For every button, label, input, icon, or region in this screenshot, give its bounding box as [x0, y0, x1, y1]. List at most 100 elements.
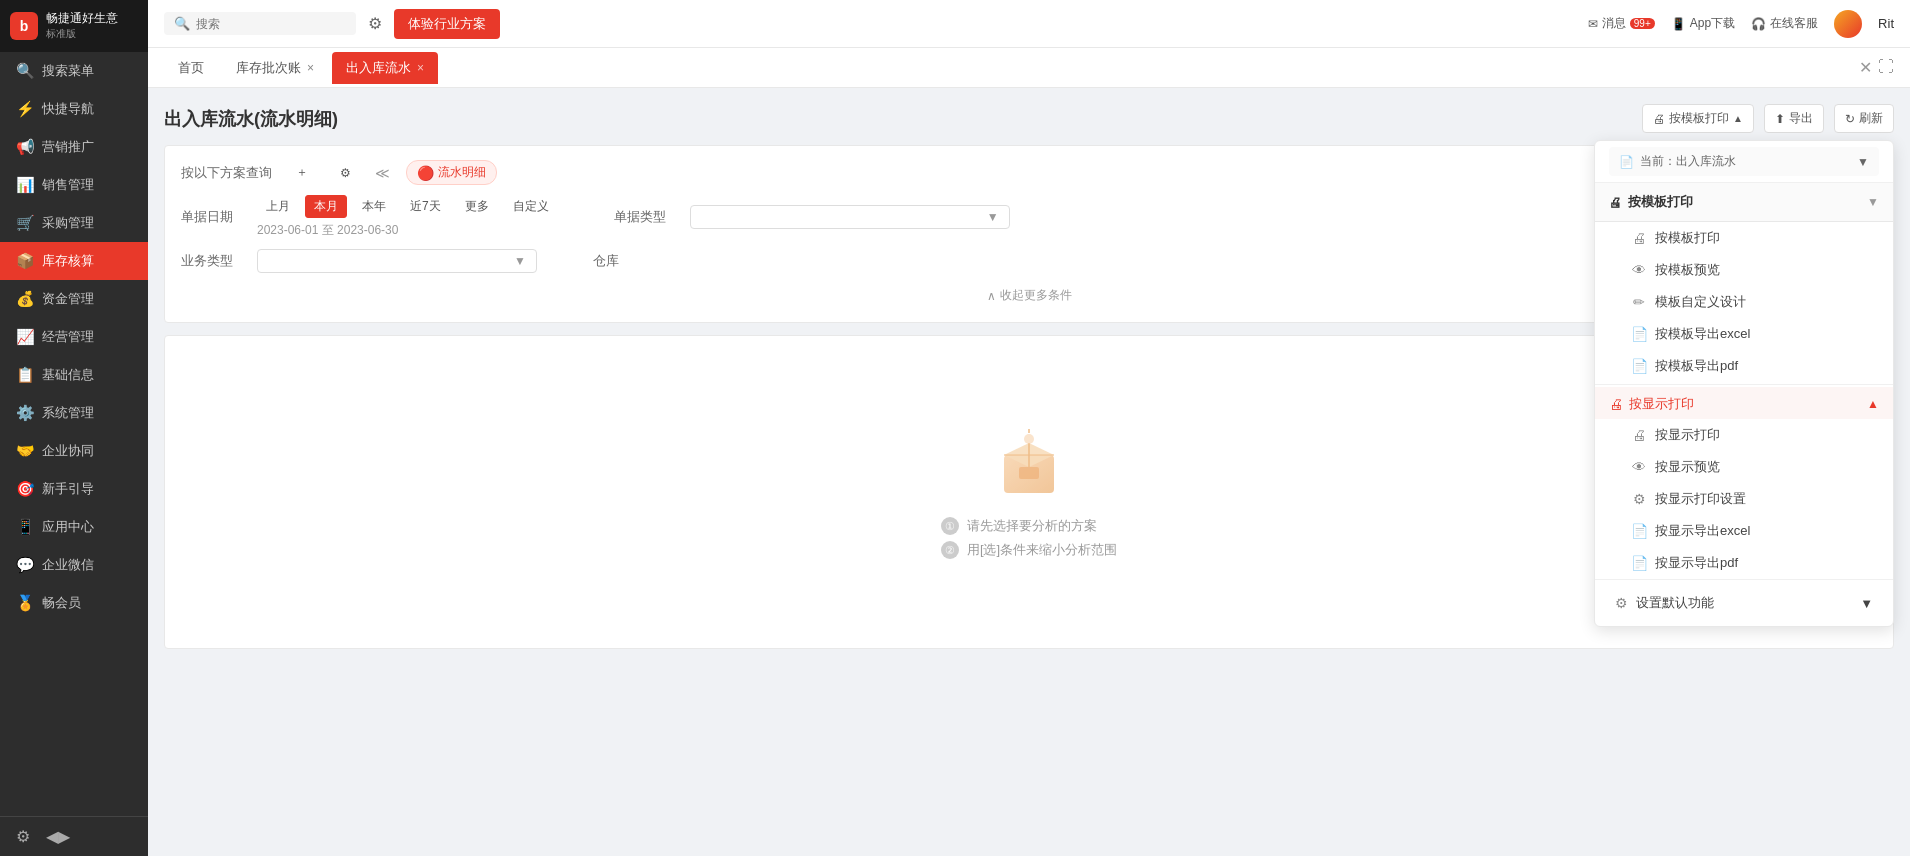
dropdown-display-excel-btn[interactable]: 📄 按显示导出excel [1595, 515, 1893, 547]
type-select-arrow: ▼ [987, 210, 999, 224]
sidebar-item-newbie[interactable]: 🎯 新手引导 [0, 470, 148, 508]
sidebar-item-marketing[interactable]: 📢 营销推广 [0, 128, 148, 166]
tabbar: 首页 库存批次账 × 出入库流水 × ✕ ⛶ [148, 48, 1910, 88]
dropdown-template-custom-btn[interactable]: ✏ 模板自定义设计 [1595, 286, 1893, 318]
date-btn-custom[interactable]: 自定义 [504, 195, 558, 218]
sidebar-item-quick-nav[interactable]: ⚡ 快捷导航 [0, 90, 148, 128]
tab-home[interactable]: 首页 [164, 52, 218, 84]
step-num-1: ① [941, 517, 959, 535]
content-area: 出入库流水(流水明细) 🖨 按模板打印 ▲ ⬆ 导出 ↻ 刷新 [148, 88, 1910, 856]
sidebar-item-collab[interactable]: 🤝 企业协同 [0, 432, 148, 470]
dropdown-display-pdf-btn[interactable]: 📄 按显示导出pdf [1595, 547, 1893, 579]
sidebar-item-search[interactable]: 🔍 搜索菜单 [0, 52, 148, 90]
biz-select-arrow: ▼ [514, 254, 526, 268]
dropdown-display-print-btn[interactable]: 🖨 按显示打印 [1595, 419, 1893, 451]
page-actions: 🖨 按模板打印 ▲ ⬆ 导出 ↻ 刷新 [1642, 104, 1894, 133]
display-pdf-icon: 📄 [1631, 555, 1647, 571]
chevron-up-icon: ▲ [1733, 113, 1743, 124]
system-icon: ⚙️ [16, 404, 34, 422]
date-btn-this-month[interactable]: 本月 [305, 195, 347, 218]
date-btn-more[interactable]: 更多 [456, 195, 498, 218]
collapse-more-btn[interactable]: ∧ 收起更多条件 [975, 283, 1084, 308]
dropdown-footer-gear-icon: ⚙ [1615, 595, 1628, 611]
tab-close-cashflow[interactable]: × [417, 61, 424, 75]
print-dropdown-panel: 📄 当前：出入库流水 ▼ 🖨 按模板打印 ▼ 🖨 按模板打印 [1594, 140, 1894, 627]
date-btn-last-month[interactable]: 上月 [257, 195, 299, 218]
dropdown-set-default-btn[interactable]: ⚙ 设置默认功能 ▼ [1609, 588, 1879, 618]
flow-tag[interactable]: 🔴 流水明细 [406, 160, 497, 185]
tab-cash-flow[interactable]: 出入库流水 × [332, 52, 438, 84]
page-title: 出入库流水(流水明细) [164, 107, 338, 131]
flow-tag-icon: 🔴 [417, 165, 434, 181]
dropdown-footer: ⚙ 设置默认功能 ▼ [1595, 579, 1893, 626]
tab-close-batch[interactable]: × [307, 61, 314, 75]
dropdown-display-settings-btn[interactable]: ⚙ 按显示打印设置 [1595, 483, 1893, 515]
gear-icon-topbar[interactable]: ⚙ [368, 14, 382, 33]
sidebar-item-sales[interactable]: 📊 销售管理 [0, 166, 148, 204]
gear-query-btn[interactable]: ⚙ [332, 162, 359, 184]
sidebar-item-member[interactable]: 🏅 畅会员 [0, 584, 148, 622]
biz-select[interactable]: ▼ [257, 249, 537, 273]
sidebar-item-basic[interactable]: 📋 基础信息 [0, 356, 148, 394]
collapse-sidebar-icon[interactable]: ◀▶ [46, 827, 70, 846]
user-avatar[interactable] [1834, 10, 1862, 38]
sidebar-item-purchase[interactable]: 🛒 采购管理 [0, 204, 148, 242]
dropdown-template-items: 🖨 按模板打印 👁 按模板预览 ✏ 模板自定义设计 📄 按模板导出excel 📄 [1595, 222, 1893, 382]
message-icon: ✉ [1588, 17, 1598, 31]
dropdown-template-pdf-btn[interactable]: 📄 按模板导出pdf [1595, 350, 1893, 382]
sidebar-item-wechat[interactable]: 💬 企业微信 [0, 546, 148, 584]
empty-step-2: ② 用[选]条件来缩小分析范围 [941, 541, 1117, 559]
date-btn-7days[interactable]: 近7天 [401, 195, 450, 218]
date-label: 单据日期 [181, 208, 241, 226]
industry-btn[interactable]: 体验行业方案 [394, 9, 500, 39]
dropdown-display-preview-btn[interactable]: 👁 按显示预览 [1595, 451, 1893, 483]
search-icon-topbar: 🔍 [174, 16, 190, 31]
refresh-btn[interactable]: ↻ 刷新 [1834, 104, 1894, 133]
date-range: 2023-06-01 至 2023-06-30 [257, 222, 558, 239]
app-download-btn[interactable]: 📱 App下载 [1671, 15, 1735, 32]
sidebar-item-inventory[interactable]: 📦 库存核算 [0, 242, 148, 280]
add-query-btn[interactable]: ＋ [288, 160, 316, 185]
date-btn-this-year[interactable]: 本年 [353, 195, 395, 218]
headset-icon: 🎧 [1751, 17, 1766, 31]
window-close-btn[interactable]: ✕ [1859, 58, 1872, 77]
dropdown-template-preview-btn[interactable]: 👁 按模板预览 [1595, 254, 1893, 286]
collab-icon: 🤝 [16, 442, 34, 460]
sidebar-item-system[interactable]: ⚙️ 系统管理 [0, 394, 148, 432]
sidebar-item-apps[interactable]: 📱 应用中心 [0, 508, 148, 546]
dropdown-display-items: 🖨 按显示打印 👁 按显示预览 ⚙ 按显示打印设置 📄 按显示导出excel 📄 [1595, 419, 1893, 579]
export-icon: ⬆ [1775, 112, 1785, 126]
empty-step-1: ① 请先选择要分析的方案 [941, 517, 1117, 535]
display-excel-icon: 📄 [1631, 523, 1647, 539]
print-template-btn[interactable]: 🖨 按模板打印 ▲ [1642, 104, 1754, 133]
template-section-chevron-icon[interactable]: ▼ [1867, 195, 1879, 209]
dropdown-display-header: 🖨 按显示打印 ▲ [1595, 387, 1893, 419]
message-btn[interactable]: ✉ 消息 99+ [1588, 15, 1655, 32]
dropdown-template-excel-btn[interactable]: 📄 按模板导出excel [1595, 318, 1893, 350]
sidebar-item-finance[interactable]: 💰 资金管理 [0, 280, 148, 318]
topbar-search-box[interactable]: 🔍 [164, 12, 356, 35]
empty-illustration [989, 425, 1069, 505]
date-shortcuts: 上月 本月 本年 近7天 更多 自定义 [257, 195, 558, 218]
search-input[interactable] [196, 17, 346, 31]
dropdown-template-print-btn[interactable]: 🖨 按模板打印 [1595, 222, 1893, 254]
settings-bottom-icon[interactable]: ⚙ [16, 827, 30, 846]
purchase-icon: 🛒 [16, 214, 34, 232]
refresh-icon: ↻ [1845, 112, 1855, 126]
window-expand-btn[interactable]: ⛶ [1878, 58, 1894, 77]
sidebar: b 畅捷通好生意 标准版 🔍 搜索菜单 ⚡ 快捷导航 📢 营销推广 📊 销售管理… [0, 0, 148, 856]
sidebar-item-operation[interactable]: 📈 经营管理 [0, 318, 148, 356]
export-btn[interactable]: ⬆ 导出 [1764, 104, 1824, 133]
basic-icon: 📋 [16, 366, 34, 384]
finance-icon: 💰 [16, 290, 34, 308]
template-print-icon: 🖨 [1631, 230, 1647, 246]
type-select[interactable]: ▼ [690, 205, 1010, 229]
collapse-query-btn[interactable]: ≪ [375, 165, 390, 181]
dropdown-current-item[interactable]: 📄 当前：出入库流水 ▼ [1609, 147, 1879, 176]
tab-batch-account[interactable]: 库存批次账 × [222, 52, 328, 84]
display-section-chevron-icon[interactable]: ▲ [1867, 397, 1879, 411]
service-btn[interactable]: 🎧 在线客服 [1751, 15, 1818, 32]
svg-rect-4 [1019, 467, 1039, 479]
dropdown-divider [1595, 384, 1893, 385]
wechat-icon: 💬 [16, 556, 34, 574]
